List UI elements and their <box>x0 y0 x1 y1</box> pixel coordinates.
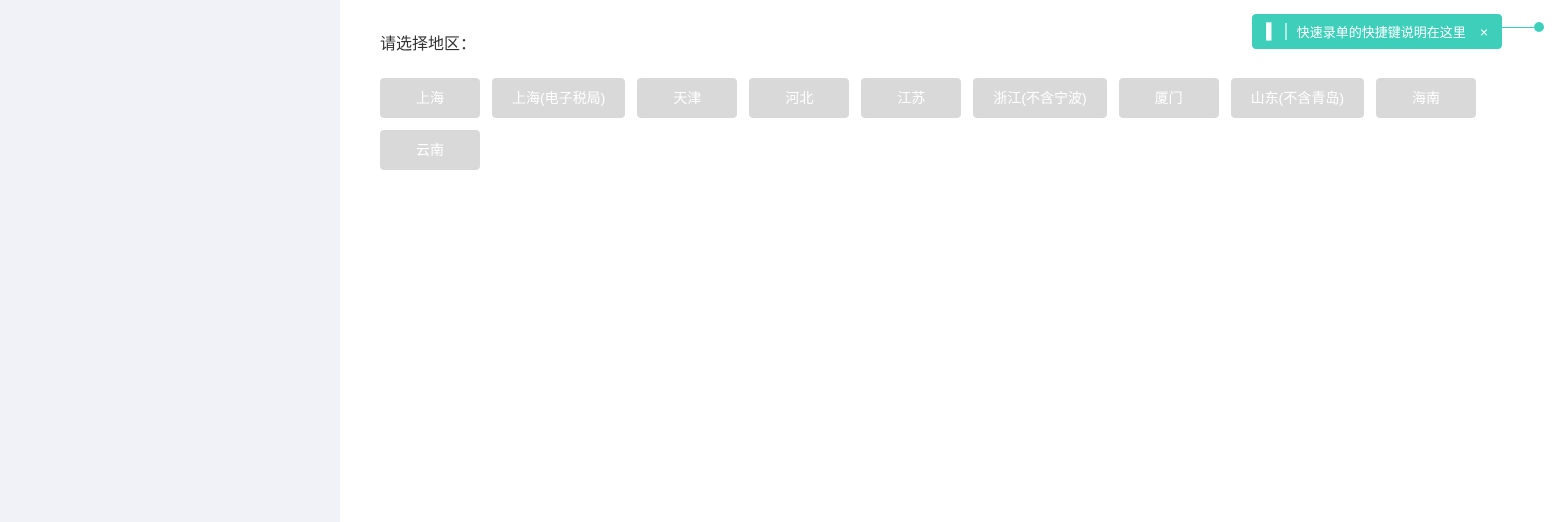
dot-indicator <box>1534 22 1544 32</box>
tooltip-bar: ▌ 快速录单的快捷键说明在这里 × <box>1252 14 1502 49</box>
region-button-tianjin[interactable]: 天津 <box>637 78 737 118</box>
region-button-jiangsu[interactable]: 江苏 <box>861 78 961 118</box>
region-button-yunnan[interactable]: 云南 <box>380 130 480 170</box>
region-button-hainan[interactable]: 海南 <box>1376 78 1476 118</box>
region-buttons-container: 上海上海(电子税局) 天津河北江苏浙江(不含宁波) 厦门山东(不含青岛) 海南云南 <box>380 78 1522 170</box>
region-button-xiamen[interactable]: 厦门 <box>1119 78 1219 118</box>
tooltip-text: 快速录单的快捷键说明在这里 <box>1297 22 1466 41</box>
region-button-hebei[interactable]: 河北 <box>749 78 849 118</box>
left-sidebar <box>0 0 340 522</box>
connector-line <box>1494 27 1534 28</box>
main-content: 请选择地区： 上海上海(电子税局)天津河北江苏浙江(不含宁波)厦门山东(不含青岛… <box>340 0 1562 522</box>
region-button-shanghai[interactable]: 上海 <box>380 78 480 118</box>
tooltip-icon: ▌ <box>1266 23 1287 40</box>
region-button-zhejiang[interactable]: 浙江(不含宁波) <box>973 78 1106 118</box>
tooltip-close-button[interactable]: × <box>1480 24 1488 40</box>
region-button-shanghai-etax[interactable]: 上海(电子税局) <box>492 78 625 118</box>
region-button-shandong[interactable]: 山东(不含青岛) <box>1231 78 1364 118</box>
